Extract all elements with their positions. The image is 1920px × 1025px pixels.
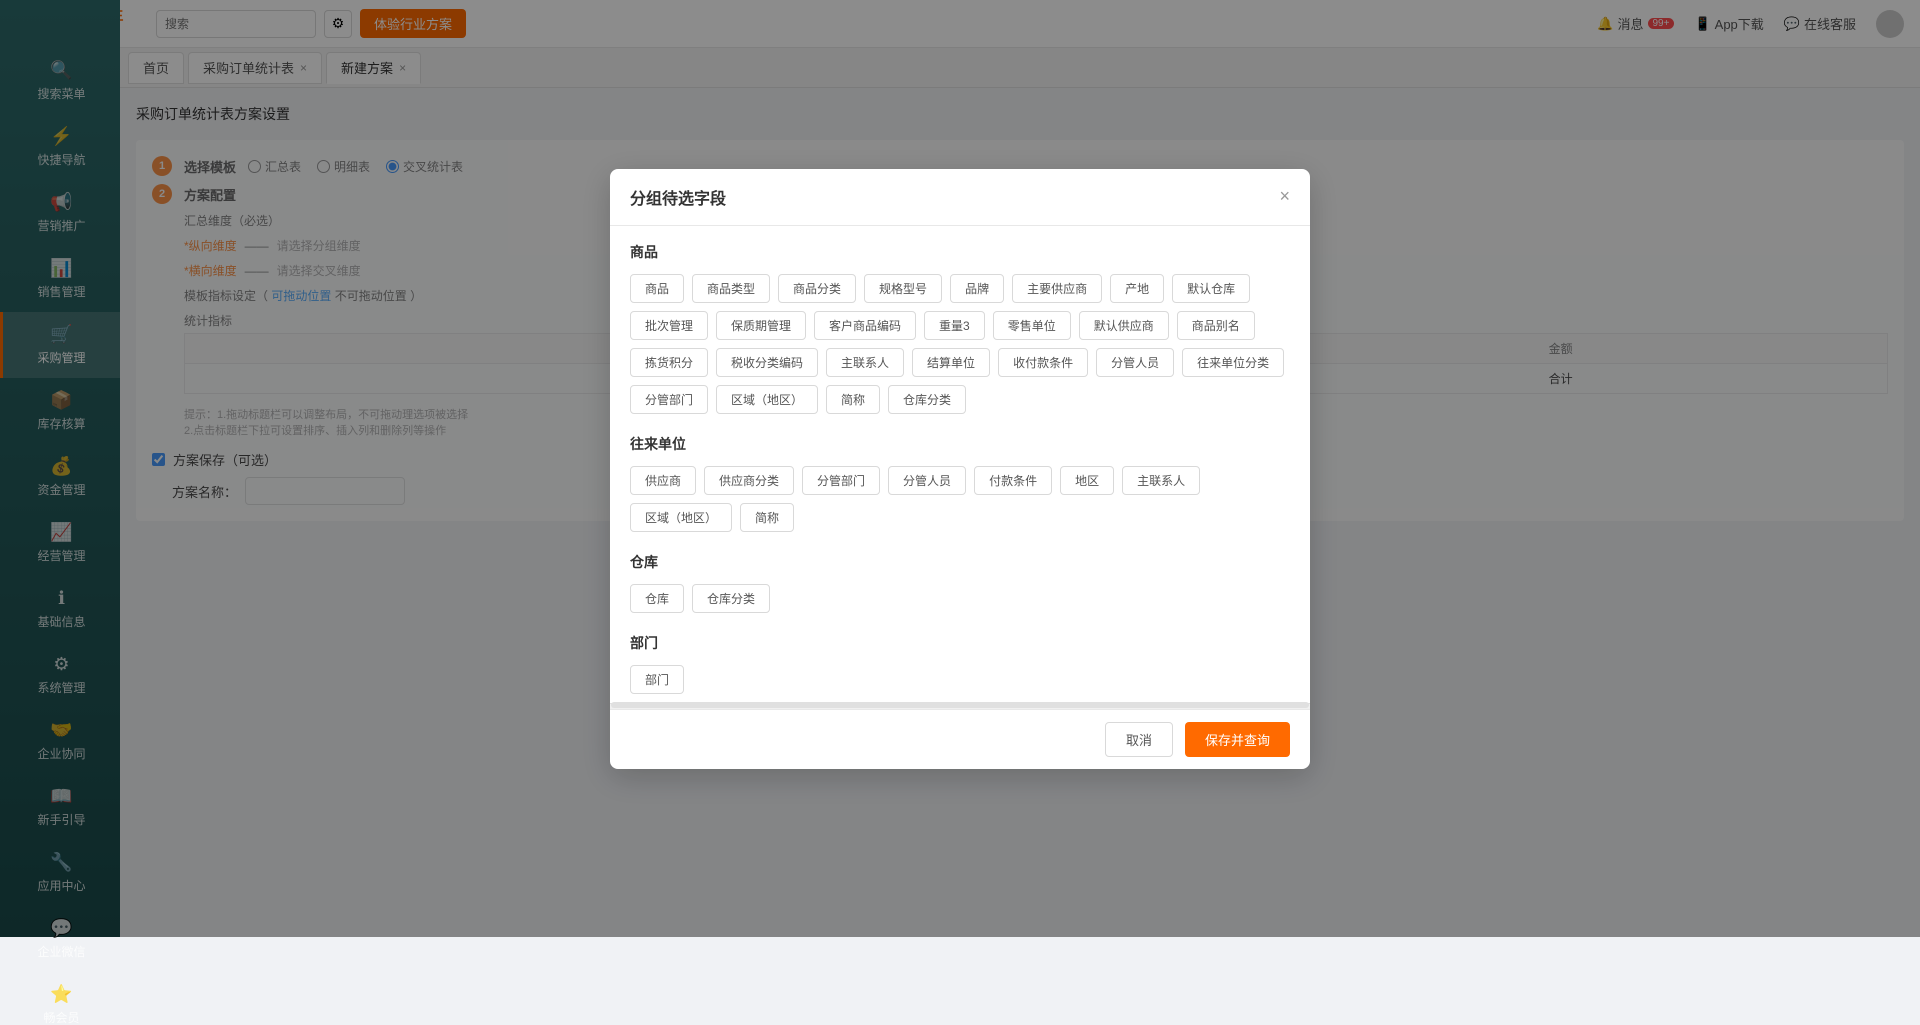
- tag-customer-code[interactable]: 客户商品编码: [814, 311, 916, 340]
- horizontal-scrollbar: [610, 703, 1310, 709]
- tag-manage-person[interactable]: 分管人员: [888, 466, 966, 495]
- section-warehouse: 仓库 仓库 仓库分类: [630, 552, 1290, 613]
- section-product: 商品 商品 商品类型 商品分类 规格型号 品牌 主要供应商 产地 默认仓库 批次…: [630, 242, 1290, 414]
- tag-short-name2[interactable]: 简称: [740, 503, 794, 532]
- tag-settlement-unit[interactable]: 结算单位: [912, 348, 990, 377]
- warehouse-tags: 仓库 仓库分类: [630, 584, 1290, 613]
- section-department: 部门 部门: [630, 633, 1290, 694]
- tag-shelf-life[interactable]: 保质期管理: [716, 311, 806, 340]
- party-tags: 供应商 供应商分类 分管部门 分管人员 付款条件 地区 主联系人 区域（地区） …: [630, 466, 1290, 532]
- section-party-title: 往来单位: [630, 434, 1290, 454]
- tag-tax-code[interactable]: 税收分类编码: [716, 348, 818, 377]
- dialog-header: 分组待选字段 ×: [610, 169, 1310, 226]
- tag-origin[interactable]: 产地: [1110, 274, 1164, 303]
- tag-default-warehouse[interactable]: 默认仓库: [1172, 274, 1250, 303]
- tag-pick-score[interactable]: 拣货积分: [630, 348, 708, 377]
- tag-batch-manage[interactable]: 批次管理: [630, 311, 708, 340]
- tag-party-category[interactable]: 往来单位分类: [1182, 348, 1284, 377]
- cancel-button[interactable]: 取消: [1105, 722, 1173, 757]
- tag-supplier-category[interactable]: 供应商分类: [704, 466, 794, 495]
- tag-payment-terms[interactable]: 收付款条件: [998, 348, 1088, 377]
- tag-warehouse-category[interactable]: 仓库分类: [888, 385, 966, 414]
- dialog-title: 分组待选字段: [630, 185, 726, 209]
- tag-manager[interactable]: 分管人员: [1096, 348, 1174, 377]
- tag-manage-dept[interactable]: 分管部门: [802, 466, 880, 495]
- tag-area[interactable]: 地区: [1060, 466, 1114, 495]
- section-party: 往来单位 供应商 供应商分类 分管部门 分管人员 付款条件 地区 主联系人 区域…: [630, 434, 1290, 532]
- tag-spec-model[interactable]: 规格型号: [864, 274, 942, 303]
- tag-weight3[interactable]: 重量3: [924, 311, 985, 340]
- tag-product-alias[interactable]: 商品别名: [1177, 311, 1255, 340]
- tag-product-category[interactable]: 商品分类: [778, 274, 856, 303]
- tag-warehouse-cat[interactable]: 仓库分类: [692, 584, 770, 613]
- confirm-button[interactable]: 保存并查询: [1185, 722, 1290, 757]
- tag-product[interactable]: 商品: [630, 274, 684, 303]
- tag-department[interactable]: 部门: [630, 665, 684, 694]
- section-product-title: 商品: [630, 242, 1290, 262]
- tag-retail-unit[interactable]: 零售单位: [993, 311, 1071, 340]
- tag-pay-terms[interactable]: 付款条件: [974, 466, 1052, 495]
- dialog-close-button[interactable]: ×: [1279, 186, 1290, 207]
- modal-overlay: 分组待选字段 × 商品 商品 商品类型 商品分类 规格型号 品牌 主要供应商 产…: [0, 0, 1920, 937]
- tag-main-contact[interactable]: 主联系人: [826, 348, 904, 377]
- dialog-body: 商品 商品 商品类型 商品分类 规格型号 品牌 主要供应商 产地 默认仓库 批次…: [610, 226, 1310, 703]
- department-tags: 部门: [630, 665, 1290, 694]
- tag-main-contact2[interactable]: 主联系人: [1122, 466, 1200, 495]
- tag-warehouse[interactable]: 仓库: [630, 584, 684, 613]
- h-scroll-thumb[interactable]: [611, 702, 1309, 708]
- dialog-footer: 取消 保存并查询: [610, 709, 1310, 769]
- tag-dept[interactable]: 分管部门: [630, 385, 708, 414]
- tag-supplier[interactable]: 供应商: [630, 466, 696, 495]
- tag-brand[interactable]: 品牌: [950, 274, 1004, 303]
- field-select-dialog: 分组待选字段 × 商品 商品 商品类型 商品分类 规格型号 品牌 主要供应商 产…: [610, 169, 1310, 769]
- tag-product-type[interactable]: 商品类型: [692, 274, 770, 303]
- tag-main-supplier[interactable]: 主要供应商: [1012, 274, 1102, 303]
- tag-region2[interactable]: 区域（地区）: [630, 503, 732, 532]
- product-tags: 商品 商品类型 商品分类 规格型号 品牌 主要供应商 产地 默认仓库 批次管理 …: [630, 274, 1290, 414]
- tag-default-supplier[interactable]: 默认供应商: [1079, 311, 1169, 340]
- tag-region[interactable]: 区域（地区）: [716, 385, 818, 414]
- tag-short-name[interactable]: 简称: [826, 385, 880, 414]
- section-warehouse-title: 仓库: [630, 552, 1290, 572]
- section-department-title: 部门: [630, 633, 1290, 653]
